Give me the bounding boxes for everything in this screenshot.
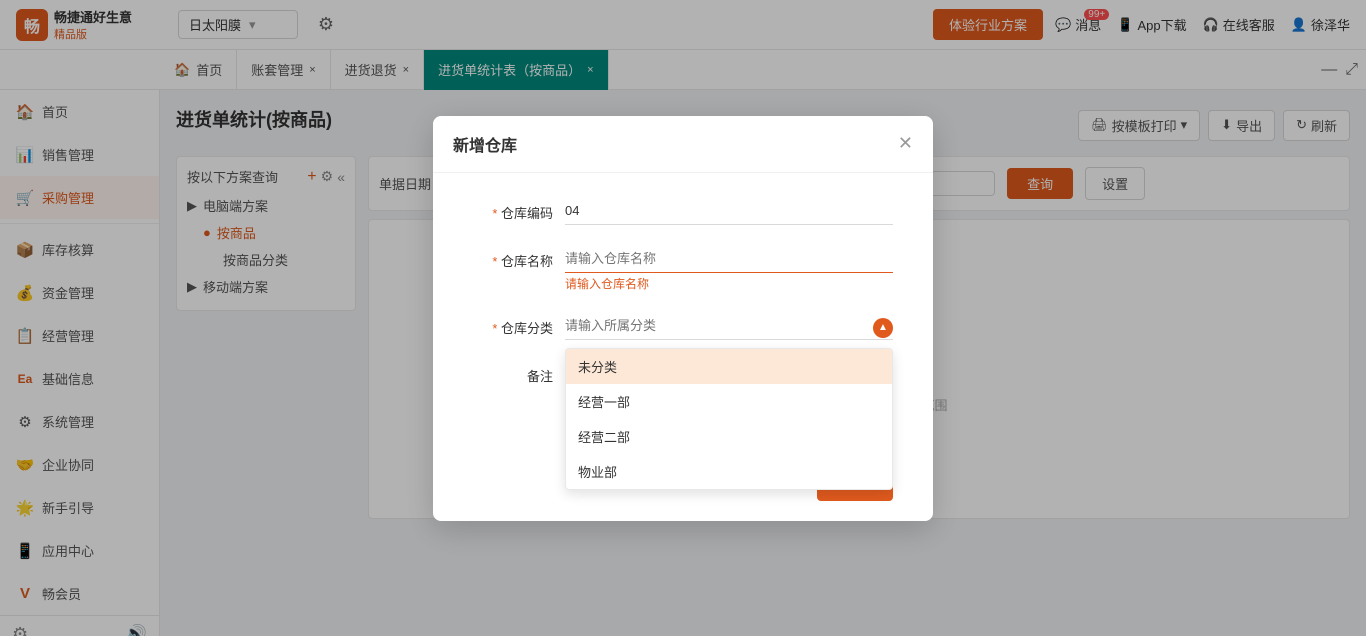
- modal-close-button[interactable]: ✕: [898, 133, 913, 154]
- warehouse-category-row: 仓库分类 ▲ 未分类 经营一部 经营二部 物业部: [473, 312, 893, 340]
- warehouse-code-field: [565, 197, 893, 225]
- warehouse-code-row: 仓库编码: [473, 197, 893, 225]
- modal-new-warehouse: 新增仓库 ✕ 仓库编码 仓库名称 请输入仓库名称 仓库分类: [433, 116, 933, 521]
- note-label: 备注: [473, 360, 553, 385]
- warehouse-name-error: 请输入仓库名称: [565, 275, 893, 292]
- dropdown-item-dept2[interactable]: 经营二部: [566, 419, 892, 454]
- dropdown-item-uncategorized[interactable]: 未分类: [566, 349, 892, 384]
- warehouse-category-input[interactable]: [565, 312, 893, 340]
- modal-header: 新增仓库 ✕: [433, 116, 933, 173]
- warehouse-code-label: 仓库编码: [473, 197, 553, 222]
- modal-body: 仓库编码 仓库名称 请输入仓库名称 仓库分类 ▲: [433, 173, 933, 453]
- warehouse-name-field: 请输入仓库名称: [565, 245, 893, 292]
- warehouse-name-row: 仓库名称 请输入仓库名称: [473, 245, 893, 292]
- modal-title: 新增仓库: [453, 132, 517, 156]
- warehouse-name-input[interactable]: [565, 245, 893, 273]
- warehouse-name-label: 仓库名称: [473, 245, 553, 270]
- chevron-up-icon[interactable]: ▲: [873, 318, 893, 338]
- modal-overlay[interactable]: 新增仓库 ✕ 仓库编码 仓库名称 请输入仓库名称 仓库分类: [0, 0, 1366, 636]
- dropdown-item-dept1[interactable]: 经营一部: [566, 384, 892, 419]
- category-dropdown: 未分类 经营一部 经营二部 物业部: [565, 348, 893, 490]
- dropdown-item-dept3[interactable]: 物业部: [566, 454, 892, 489]
- warehouse-category-field: ▲ 未分类 经营一部 经营二部 物业部: [565, 312, 893, 340]
- warehouse-code-input[interactable]: [565, 197, 893, 225]
- warehouse-category-label: 仓库分类: [473, 312, 553, 337]
